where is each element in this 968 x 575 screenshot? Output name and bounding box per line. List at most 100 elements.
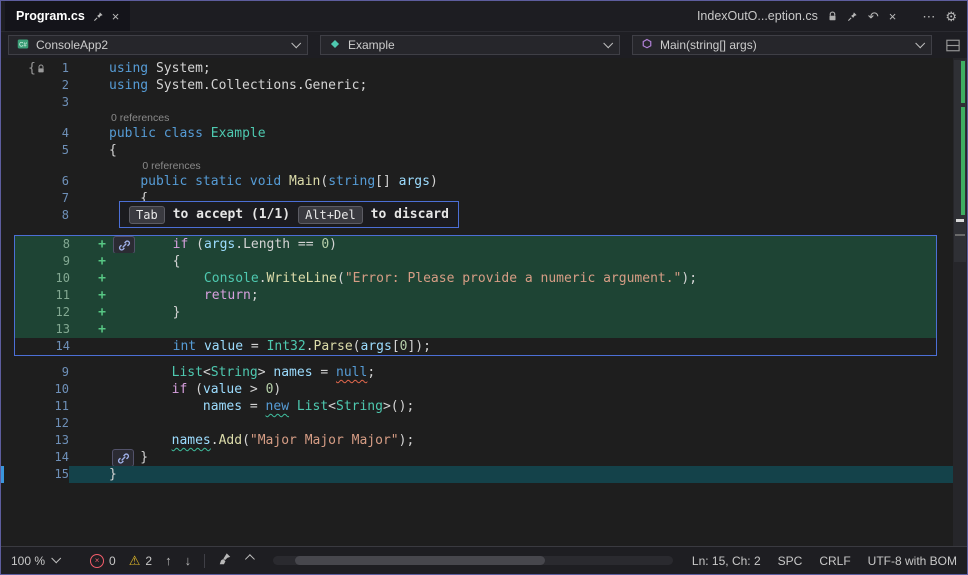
next-issue-icon[interactable]: ↓ [185,554,192,567]
code-text[interactable] [109,415,967,432]
glyph-margin [69,415,109,432]
issues-indicator[interactable]: × 0 ⚠ 2 [90,554,152,568]
horizontal-scrollbar[interactable] [273,556,673,565]
glyph-margin [69,159,109,173]
glyph-margin: + [70,236,110,253]
code-editor[interactable]: { 1using System;2using System.Collection… [1,58,967,546]
diff-added-marker: + [98,305,106,320]
code-text[interactable]: Console.WriteLine("Error: Please provide… [110,270,936,287]
code-line[interactable]: 8+ if (args.Length == 0) [15,236,936,253]
line-ending[interactable]: CRLF [819,554,850,568]
code-line[interactable]: 4 public class Example [1,125,967,142]
code-line[interactable]: 10+ Console.WriteLine("Error: Please pro… [15,270,936,287]
code-line[interactable]: 14 int value = Int32.Parse(args[0]); [15,338,936,355]
codelens-references[interactable]: 0 references [109,159,967,173]
line-number: 8 [15,236,70,253]
settings-gear-icon[interactable]: ⚙ [945,10,957,23]
code-line[interactable]: 11 names = new List<String>(); [1,398,967,415]
code-line[interactable]: 12 + } [15,304,936,321]
code-line[interactable]: 13 names.Add("Major Major Major"); [1,432,967,449]
lock-icon [828,11,837,22]
tab-program-cs[interactable]: Program.cs × [5,1,130,31]
line-number: 12 [15,304,70,321]
line-number [1,159,69,173]
project-dropdown[interactable]: C# ConsoleApp2 [8,35,308,55]
codelens-row[interactable]: 0 references [1,111,967,125]
link-edit-icon[interactable] [113,236,135,254]
code-line[interactable]: 12 [1,415,967,432]
code-line[interactable]: 10 if (value > 0) [1,381,967,398]
suggestion-tooltip: Tab to accept (1/1) Alt+Del to discard [119,201,459,228]
code-text[interactable]: } [109,449,967,466]
code-text[interactable]: int value = Int32.Parse(args[0]); [110,338,936,355]
code-line[interactable]: 1using System; [1,60,967,77]
prev-issue-icon[interactable]: ↑ [165,554,172,567]
line-number: 8 [1,207,69,224]
code-text[interactable]: public static void Main(string[] args) [109,173,967,190]
glyph-margin [69,364,109,381]
code-text[interactable]: names.Add("Major Major Major"); [109,432,967,449]
status-right-info: Ln: 15, Ch: 2 SPC CRLF UTF-8 with BOM [692,554,957,568]
cursor-position[interactable]: Ln: 15, Ch: 2 [692,554,761,568]
code-line[interactable]: 6 public static void Main(string[] args) [1,173,967,190]
member-dropdown[interactable]: Main(string[] args) [632,35,932,55]
code-text[interactable]: if (args.Length == 0) [110,236,936,253]
csharp-project-icon: C# [17,38,29,53]
code-text[interactable]: if (value > 0) [109,381,967,398]
pin-icon[interactable] [847,11,858,22]
code-text[interactable] [110,321,936,338]
line-number: 4 [1,125,69,142]
code-text[interactable]: } [109,466,967,483]
code-text[interactable]: } [110,304,936,321]
undo-icon[interactable]: ↶ [868,10,879,23]
code-line[interactable]: 14 } [1,449,967,466]
error-count: 0 [109,554,116,568]
close-icon[interactable]: × [889,10,897,23]
glyph-margin [69,466,109,483]
diff-added-marker: + [98,288,106,303]
split-editor-icon[interactable] [946,39,960,52]
code-text[interactable]: public class Example [109,125,967,142]
code-text[interactable]: { [109,142,967,159]
glyph-margin [69,125,109,142]
code-cleanup-broom-icon[interactable] [218,552,232,569]
pin-icon[interactable] [93,11,104,22]
more-options-icon[interactable]: ⋯ [922,10,935,23]
code-line[interactable]: 5{ [1,142,967,159]
close-icon[interactable]: × [112,10,120,23]
encoding[interactable]: UTF-8 with BOM [868,554,957,568]
code-text[interactable]: return; [110,287,936,304]
code-line[interactable]: 13+ [15,321,936,338]
code-text[interactable]: { [110,253,936,270]
code-line[interactable]: 11+ return; [15,287,936,304]
preview-file-name[interactable]: IndexOutO...eption.cs [697,9,818,23]
line-number: 10 [15,270,70,287]
code-line[interactable]: 9 List<String> names = null; [1,364,967,381]
code-text[interactable]: List<String> names = null; [109,364,967,381]
code-text[interactable]: using System; [109,60,967,77]
indentation-mode[interactable]: SPC [778,554,803,568]
code-line[interactable]: 2using System.Collections.Generic; [1,77,967,94]
code-line[interactable]: 15} [1,466,967,483]
code-text[interactable] [109,94,967,111]
line-number: 15 [1,466,69,483]
line-number: 3 [1,94,69,111]
code-line[interactable]: 3 [1,94,967,111]
chevron-down-icon [51,553,61,563]
codelens-references[interactable]: 0 references [109,111,967,125]
code-line[interactable]: 9+ { [15,253,936,270]
code-text[interactable]: using System.Collections.Generic; [109,77,967,94]
line-number: 9 [15,253,70,270]
vertical-scrollbar[interactable] [953,58,967,546]
codelens-row[interactable]: 0 references [1,159,967,173]
zoom-control[interactable]: 100 % [11,554,59,568]
glyph-margin [69,432,109,449]
title-bar: Program.cs × IndexOutO...eption.cs ↶ × ⋯… [1,1,967,32]
scrollbar-thumb[interactable] [295,556,545,565]
code-text[interactable]: names = new List<String>(); [109,398,967,415]
link-edit-icon[interactable] [112,449,134,467]
warning-icon: ⚠ [129,554,141,567]
type-dropdown[interactable]: Example [320,35,620,55]
expand-icon[interactable] [245,554,255,564]
line-number: 9 [1,364,69,381]
